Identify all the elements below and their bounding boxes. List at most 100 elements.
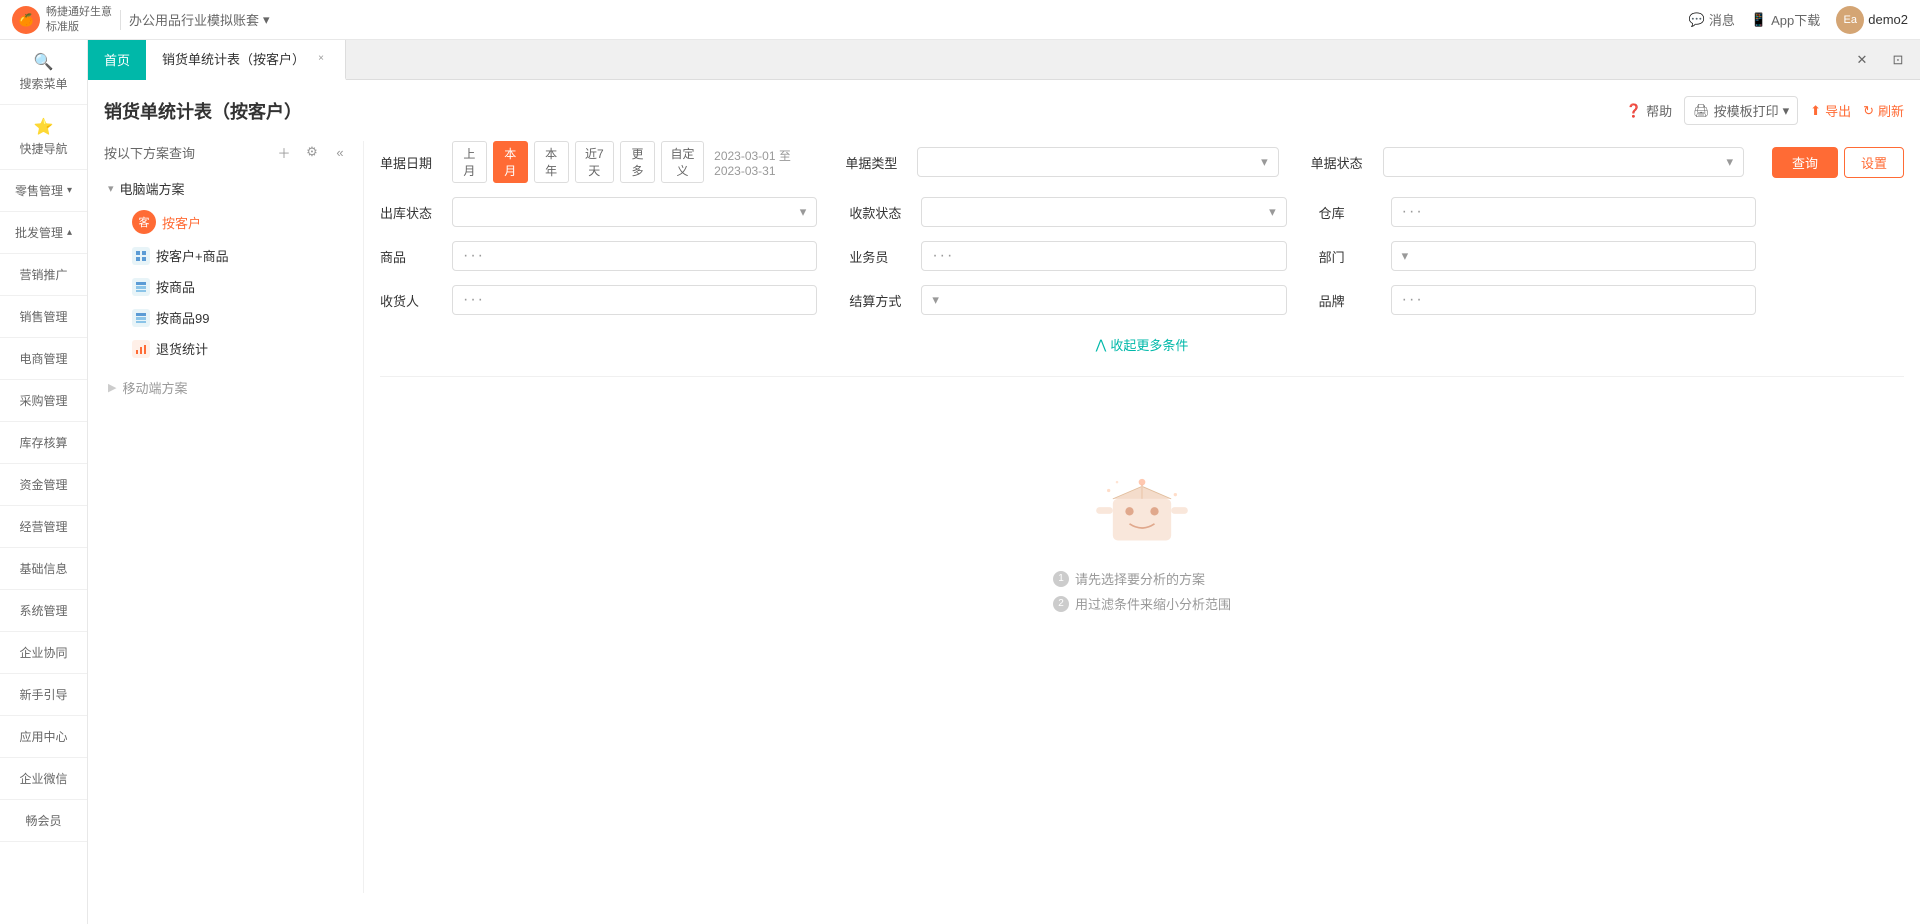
tree-item-label: 按客户+商品 [156,246,229,265]
settings-scheme-button[interactable]: ⚙ [301,141,323,163]
app-download-button[interactable]: 📱 App下载 [1751,10,1820,29]
collapse-panel-button[interactable]: « [329,141,351,163]
sidebar-item-retail[interactable]: 零售管理 ▾ [0,170,87,212]
tree-item-by-goods99[interactable]: 按商品99 [104,302,351,333]
tab-home[interactable]: 首页 [88,40,146,80]
date-btn-last-7-days[interactable]: 近7天 [575,141,615,183]
sidebar-item-management[interactable]: 经营管理 [0,506,87,548]
department-select[interactable]: ▾ [1391,241,1756,271]
sidebar-item-wechat[interactable]: 企业微信 [0,758,87,800]
brand-label: 品牌 [1319,291,1379,310]
tree-section-desktop: ▾ 电脑端方案 客 按客户 按客户+商品 [104,173,351,364]
gear-icon: ⚙ [306,144,318,160]
empty-illustration [1092,453,1192,553]
out-status-label: 出库状态 [380,203,440,222]
sidebar-label: 销售管理 [4,308,83,325]
goods-select[interactable]: ··· [452,241,817,271]
logo-icon: 🍊 [12,6,40,34]
sidebar-label: 库存核算 [4,434,83,451]
help-icon: ❓ [1626,103,1642,119]
sidebar-item-basicinfo[interactable]: 基础信息 [0,548,87,590]
message-icon: 💬 [1689,12,1705,28]
tab-close-icon[interactable]: × [313,51,329,67]
sidebar-item-member[interactable]: 畅会员 [0,800,87,842]
settings-button[interactable]: 设置 [1844,147,1904,178]
refresh-button[interactable]: ↻ 刷新 [1863,101,1904,120]
settlement-select[interactable]: ▾ [921,285,1286,315]
out-status-select[interactable]: ▾ [452,197,817,227]
bill-type-select[interactable]: ▾ [917,147,1278,177]
sidebar-label: 基础信息 [4,560,83,577]
bill-status-select[interactable]: ▾ [1383,147,1744,177]
sidebar-item-quicknav[interactable]: ⭐ 快捷导航 [0,105,87,170]
bill-status-label: 单据状态 [1311,153,1371,172]
add-scheme-button[interactable]: ＋ [273,141,295,163]
sidebar-item-ecommerce[interactable]: 电商管理 [0,338,87,380]
query-button[interactable]: 查询 [1772,147,1838,178]
tree-item-by-customer-goods[interactable]: 按客户+商品 [104,240,351,271]
maximize-icon: ⊡ [1893,52,1904,68]
sidebar-item-inventory[interactable]: 库存核算 [0,422,87,464]
collapse-button[interactable]: ⋀ 收起更多条件 [380,329,1904,360]
sidebar-label: 经营管理 [4,518,83,535]
sidebar-item-newbie[interactable]: 新手引导 [0,674,87,716]
date-range-display: 2023-03-01 至 2023-03-31 [714,147,813,178]
top-bar: 🍊 畅捷通好生意 标准版 办公用品行业模拟账套 ▾ 💬 消息 📱 App下载 E… [0,0,1920,40]
brand-select[interactable]: ··· [1391,285,1756,315]
user-area[interactable]: Ea demo2 [1836,6,1908,34]
tree-parent-label: 电脑端方案 [120,179,185,198]
recipient-control: ··· [452,285,817,315]
tree-parent-label: 移动端方案 [122,378,187,397]
sidebar-item-finance[interactable]: 资金管理 [0,464,87,506]
maximize-button[interactable]: ⊡ [1884,46,1912,74]
date-btn-last-month[interactable]: 上月 [452,141,487,183]
minimize-button[interactable]: ✕ [1848,46,1876,74]
receipt-status-select[interactable]: ▾ [921,197,1286,227]
chevron-up-icon: ▴ [67,227,72,238]
chevron-down-icon: ▾ [263,12,270,28]
chevron-down-icon: ▾ [800,204,807,220]
tab-sales-stats[interactable]: 销货单统计表（按客户） × [146,40,346,80]
table-icon [132,278,150,296]
filter-row-2: 出库状态 ▾ 收款状态 ▾ [380,197,1904,227]
messages-button[interactable]: 💬 消息 [1689,10,1735,29]
sidebar-item-purchase[interactable]: 采购管理 [0,380,87,422]
tree-item-by-customer[interactable]: 客 按客户 [104,204,351,240]
sidebar-item-cooperation[interactable]: 企业协同 [0,632,87,674]
chevron-right-icon: ▶ [108,381,116,394]
warehouse-select[interactable]: ··· [1391,197,1756,227]
recipient-label: 收货人 [380,291,440,310]
salesperson-select[interactable]: ··· [921,241,1286,271]
breadcrumb[interactable]: 办公用品行业模拟账套 ▾ [129,10,270,29]
tree-parent-mobile[interactable]: ▶ 移动端方案 [104,372,351,403]
date-btn-this-month[interactable]: 本月 [493,141,528,183]
print-button[interactable]: 🖨 按模板打印 ▾ [1684,96,1798,125]
sidebar-item-marketing[interactable]: 营销推广 [0,254,87,296]
sidebar-item-sales[interactable]: 销售管理 [0,296,87,338]
date-btn-more[interactable]: 更多 [620,141,655,183]
department-label: 部门 [1319,247,1379,266]
sidebar-item-system[interactable]: 系统管理 [0,590,87,632]
tip-number-2: 2 [1053,596,1069,612]
tree-item-label: 按客户 [162,213,201,232]
bill-type-control: ▾ [917,147,1278,177]
tree-item-label: 按商品 [156,277,195,296]
date-btn-this-year[interactable]: 本年 [534,141,569,183]
goods-control: ··· [452,241,817,271]
sidebar-item-wholesale[interactable]: 批发管理 ▴ [0,212,87,254]
sidebar-item-appcenter[interactable]: 应用中心 [0,716,87,758]
sidebar-label: 快捷导航 [4,140,83,157]
main-layout: 🔍 搜索菜单 ⭐ 快捷导航 零售管理 ▾ 批发管理 ▴ 营销推广 销售管理 电商… [0,40,1920,924]
recipient-select[interactable]: ··· [452,285,817,315]
tree-item-by-goods[interactable]: 按商品 [104,271,351,302]
sidebar-item-search[interactable]: 🔍 搜索菜单 [0,40,87,105]
date-btn-custom[interactable]: 自定义 [661,141,704,183]
plus-icon: ＋ [277,143,290,162]
help-button[interactable]: ❓ 帮助 [1626,101,1672,120]
tree-item-return-stats[interactable]: 退货统计 [104,333,351,364]
tree-parent-desktop[interactable]: ▾ 电脑端方案 [104,173,351,204]
empty-tips: 1 请先选择要分析的方案 2 用过滤条件来缩小分析范围 [1053,569,1231,619]
export-button[interactable]: ⬆ 导出 [1810,101,1851,120]
filter-row-1: 单据日期 上月 本月 本年 近7天 更多 自定义 2023-03-01 至 20… [380,141,1904,183]
tip-number-1: 1 [1053,571,1069,587]
